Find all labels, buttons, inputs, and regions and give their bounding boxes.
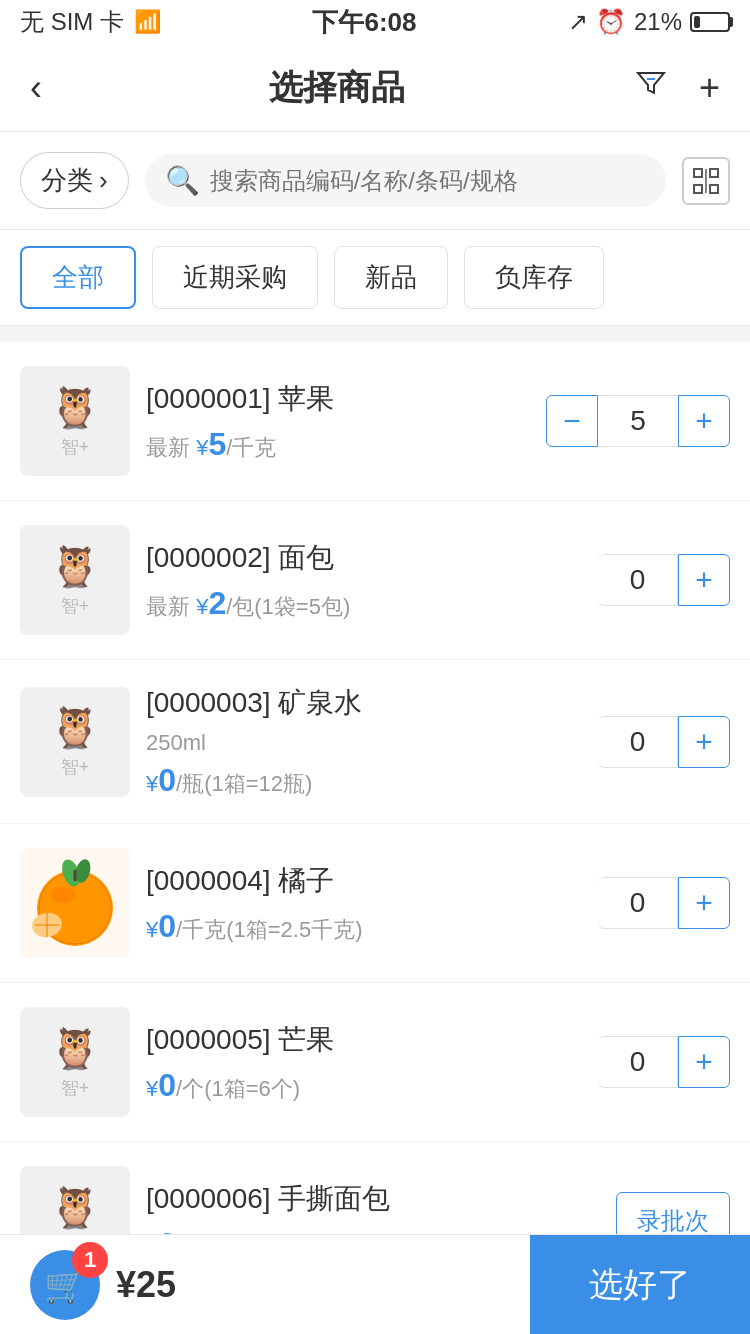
svg-rect-3: [694, 185, 702, 193]
placeholder-icon: 🦉: [50, 704, 100, 751]
search-icon: 🔍: [165, 164, 200, 197]
status-left: 无 SIM 卡 📶: [20, 6, 161, 38]
cart-badge: 1: [72, 1242, 108, 1278]
quantity-increase-button[interactable]: +: [678, 716, 730, 768]
placeholder-icon: 🦉: [50, 384, 100, 431]
nav-bar: ‹ 选择商品 +: [0, 44, 750, 132]
back-button[interactable]: ‹: [30, 67, 42, 109]
product-info: [0000005] 芒果 ¥0/个(1箱=6个): [146, 1021, 582, 1104]
nav-actions: +: [633, 65, 720, 110]
product-thumbnail: 🦉 智+: [20, 366, 130, 476]
quantity-increase-button[interactable]: +: [678, 1036, 730, 1088]
product-info: [0000003] 矿泉水 250ml ¥0/瓶(1箱=12瓶): [146, 684, 582, 799]
product-list: 🦉 智+ [0000001] 苹果 最新 ¥5/千克 − + 🦉 智+ [000…: [0, 342, 750, 1334]
filter-tabs: 全部 近期采购 新品 负库存: [0, 230, 750, 326]
placeholder-icon: 🦉: [50, 1025, 100, 1072]
battery-percent: 21%: [634, 8, 682, 36]
product-name: [0000006] 手撕面包: [146, 1180, 600, 1218]
product-info: [0000004] 橘子 ¥0/千克(1箱=2.5千克): [146, 862, 582, 945]
quantity-input[interactable]: [598, 877, 678, 929]
product-controls: +: [598, 554, 730, 606]
product-controls: +: [598, 1036, 730, 1088]
filter-icon[interactable]: [633, 65, 669, 110]
product-thumbnail: [20, 848, 130, 958]
product-thumbnail: 🦉 智+: [20, 525, 130, 635]
product-info: [0000002] 面包 最新 ¥2/包(1袋=5包): [146, 539, 582, 622]
divider: [0, 326, 750, 342]
cart-total: ¥25: [116, 1264, 176, 1306]
tab-negative[interactable]: 负库存: [464, 246, 604, 309]
product-price: ¥0/瓶(1箱=12瓶): [146, 762, 582, 799]
list-item: 🦉 智+ [0000002] 面包 最新 ¥2/包(1袋=5包) +: [0, 501, 750, 660]
search-input-wrap: 🔍: [145, 154, 666, 207]
carrier-label: 无 SIM 卡: [20, 6, 124, 38]
confirm-button[interactable]: 选好了: [530, 1235, 750, 1335]
add-icon[interactable]: +: [699, 67, 720, 109]
product-controls: +: [598, 877, 730, 929]
page-title: 选择商品: [269, 65, 405, 111]
location-icon: ↗: [568, 8, 588, 36]
chevron-right-icon: ›: [99, 165, 108, 196]
status-bar: 无 SIM 卡 📶 下午6:08 ↗ ⏰ 21%: [0, 0, 750, 44]
bottom-bar: 🛒 1 ¥25 选好了: [0, 1234, 750, 1334]
product-price: 最新 ¥2/包(1袋=5包): [146, 585, 582, 622]
scan-icon[interactable]: [682, 157, 730, 205]
svg-rect-1: [694, 169, 702, 177]
quantity-increase-button[interactable]: +: [678, 395, 730, 447]
battery-icon: [690, 12, 730, 32]
status-right: ↗ ⏰ 21%: [568, 8, 730, 36]
product-price: ¥0/个(1箱=6个): [146, 1067, 582, 1104]
category-button[interactable]: 分类 ›: [20, 152, 129, 209]
svg-point-7: [51, 887, 75, 903]
product-thumbnail: 🦉 智+: [20, 1007, 130, 1117]
quantity-input[interactable]: [598, 395, 678, 447]
product-controls: − +: [546, 395, 730, 447]
product-name: [0000004] 橘子: [146, 862, 582, 900]
list-item: 🦉 智+ [0000003] 矿泉水 250ml ¥0/瓶(1箱=12瓶) +: [0, 660, 750, 824]
product-name: [0000002] 面包: [146, 539, 582, 577]
product-name: [0000003] 矿泉水: [146, 684, 582, 722]
tab-all[interactable]: 全部: [20, 246, 136, 309]
product-thumbnail: 🦉 智+: [20, 687, 130, 797]
svg-rect-4: [710, 185, 718, 193]
quantity-increase-button[interactable]: +: [678, 554, 730, 606]
alarm-icon: ⏰: [596, 8, 626, 36]
placeholder-icon: 🦉: [50, 1184, 100, 1231]
product-price: ¥0/千克(1箱=2.5千克): [146, 908, 582, 945]
svg-rect-2: [710, 169, 718, 177]
cart-icon-wrap[interactable]: 🛒 1: [30, 1250, 100, 1320]
product-name: [0000005] 芒果: [146, 1021, 582, 1059]
product-price: 最新 ¥5/千克: [146, 426, 530, 463]
product-name: [0000001] 苹果: [146, 380, 530, 418]
quantity-input[interactable]: [598, 1036, 678, 1088]
list-item: 🦉 智+ [0000001] 苹果 最新 ¥5/千克 − +: [0, 342, 750, 501]
list-item: [0000004] 橘子 ¥0/千克(1箱=2.5千克) +: [0, 824, 750, 983]
category-label: 分类: [41, 163, 93, 198]
quantity-increase-button[interactable]: +: [678, 877, 730, 929]
cart-section: 🛒 1 ¥25: [0, 1250, 530, 1320]
quantity-input[interactable]: [598, 716, 678, 768]
search-bar: 分类 › 🔍: [0, 132, 750, 230]
tab-new[interactable]: 新品: [334, 246, 448, 309]
search-input[interactable]: [210, 167, 646, 195]
product-info: [0000001] 苹果 最新 ¥5/千克: [146, 380, 530, 463]
quantity-input[interactable]: [598, 554, 678, 606]
product-spec: 250ml: [146, 730, 582, 756]
product-controls: +: [598, 716, 730, 768]
placeholder-icon: 🦉: [50, 543, 100, 590]
list-item: 🦉 智+ [0000005] 芒果 ¥0/个(1箱=6个) +: [0, 983, 750, 1142]
quantity-decrease-button[interactable]: −: [546, 395, 598, 447]
status-time: 下午6:08: [312, 5, 416, 40]
wifi-icon: 📶: [134, 9, 161, 35]
tab-recent[interactable]: 近期采购: [152, 246, 318, 309]
